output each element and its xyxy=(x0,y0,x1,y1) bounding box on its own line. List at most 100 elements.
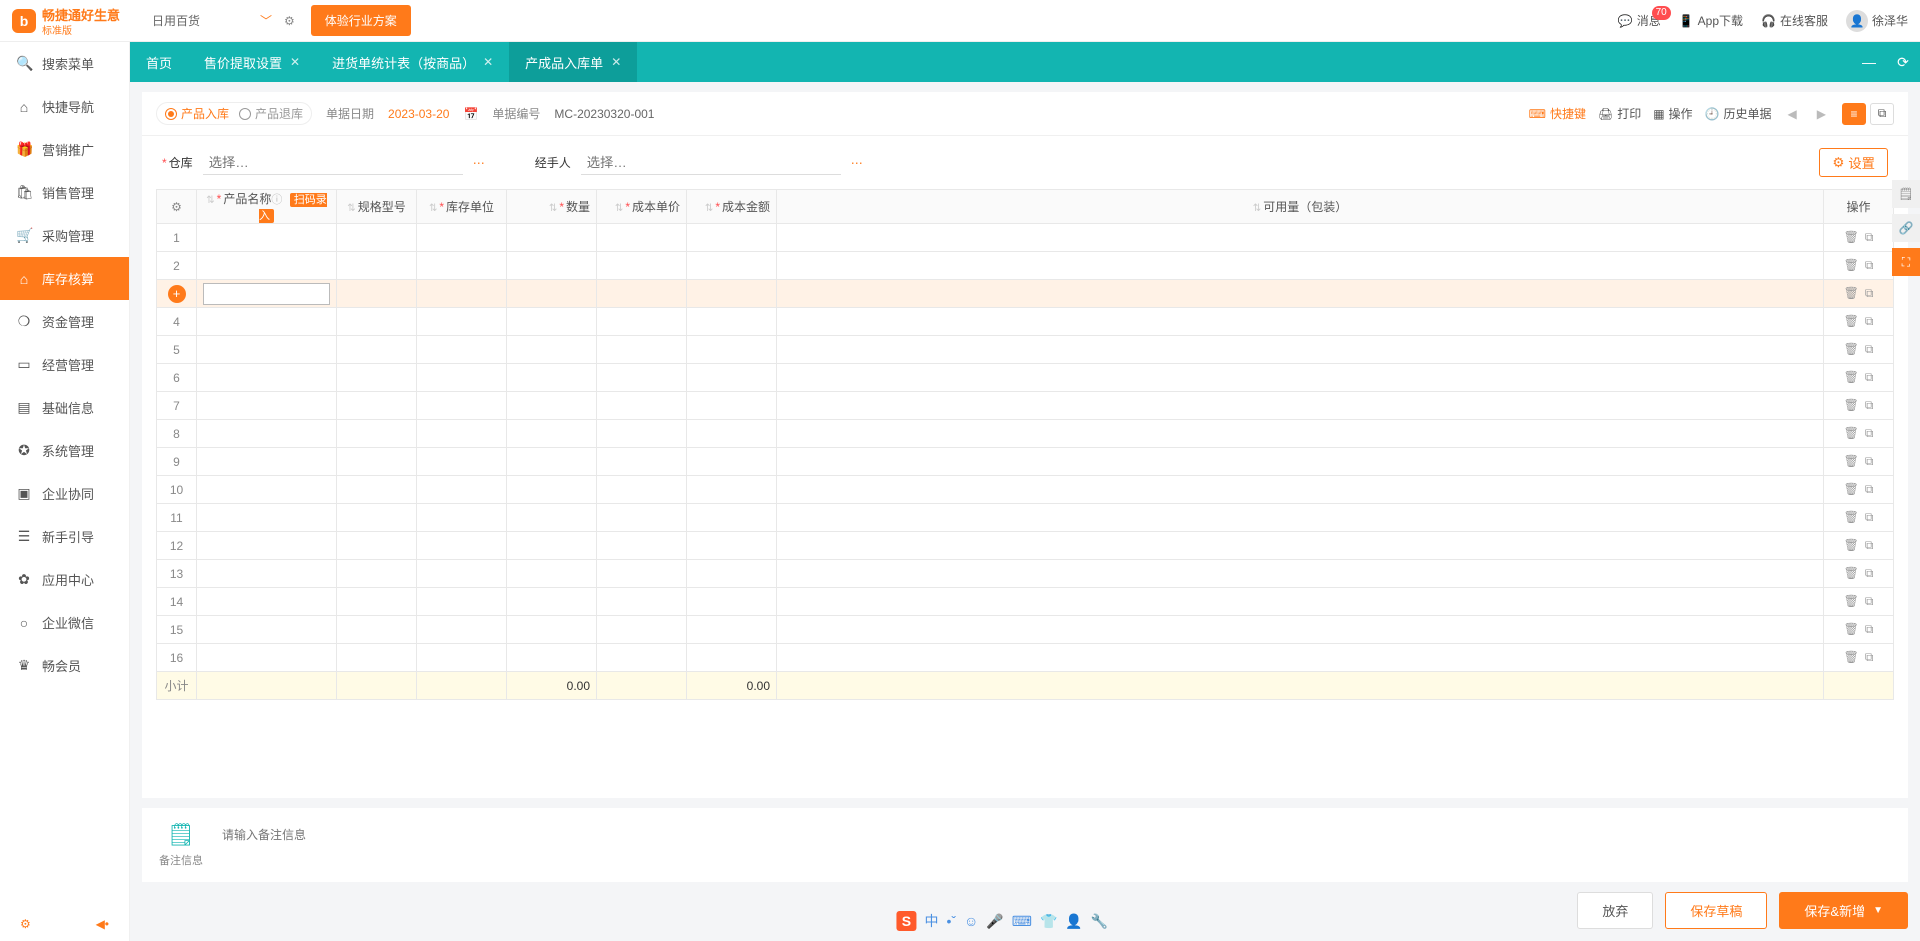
user-menu[interactable]: 👤 徐泽华 xyxy=(1846,10,1908,32)
table-row[interactable]: 10🗑⧉ xyxy=(157,476,1894,504)
qty-cell[interactable] xyxy=(507,336,597,364)
qty-cell[interactable] xyxy=(507,532,597,560)
ime-smile-icon[interactable]: ☺ xyxy=(964,913,978,929)
product-cell[interactable] xyxy=(197,560,337,588)
spec-cell[interactable] xyxy=(337,616,417,644)
unit-cell[interactable] xyxy=(417,336,507,364)
delete-row-icon[interactable]: 🗑 xyxy=(1844,594,1859,608)
col-spec[interactable]: ⇅规格型号 xyxy=(337,190,417,224)
unit-cell[interactable] xyxy=(417,560,507,588)
tab[interactable]: 首页 xyxy=(130,42,188,82)
col-available[interactable]: ⇅可用量（包装） xyxy=(777,190,1824,224)
col-product[interactable]: ⇅*产品名称ⓘ 扫码录入 xyxy=(197,190,337,224)
sidebar-item[interactable]: ❍资金管理 xyxy=(0,300,129,343)
product-cell[interactable] xyxy=(197,364,337,392)
ime-tool-icon[interactable]: 🔧 xyxy=(1091,913,1108,930)
ime-mic-icon[interactable]: 🎤 xyxy=(986,913,1003,930)
qty-cell[interactable] xyxy=(507,476,597,504)
delete-row-icon[interactable]: 🗑 xyxy=(1844,342,1859,356)
col-unit[interactable]: ⇅*库存单位 xyxy=(417,190,507,224)
delete-row-icon[interactable]: 🗑 xyxy=(1844,314,1859,328)
col-price[interactable]: ⇅*成本单价 xyxy=(597,190,687,224)
sidebar-item[interactable]: 🛍销售管理 xyxy=(0,171,129,214)
unit-cell[interactable] xyxy=(417,588,507,616)
product-cell[interactable] xyxy=(197,336,337,364)
radio-product-in[interactable]: 产品入库 xyxy=(165,105,229,122)
amount-cell[interactable] xyxy=(687,280,777,308)
sidebar-item[interactable]: ⌂库存核算 xyxy=(0,257,129,300)
amount-cell[interactable] xyxy=(687,224,777,252)
prev-doc-button[interactable]: ◀ xyxy=(1784,107,1801,121)
remark-input[interactable] xyxy=(222,822,1894,852)
price-cell[interactable] xyxy=(597,392,687,420)
product-cell[interactable] xyxy=(197,420,337,448)
product-cell[interactable] xyxy=(197,616,337,644)
price-cell[interactable] xyxy=(597,364,687,392)
delete-row-icon[interactable]: 🗑 xyxy=(1844,370,1859,384)
service-button[interactable]: 🎧 在线客服 xyxy=(1761,12,1828,29)
rail-link-button[interactable]: 🔗 xyxy=(1892,214,1920,242)
delete-row-icon[interactable]: 🗑 xyxy=(1844,398,1859,412)
price-cell[interactable] xyxy=(597,504,687,532)
qty-cell[interactable] xyxy=(507,308,597,336)
tab[interactable]: 产成品入库单✕ xyxy=(509,42,637,82)
delete-row-icon[interactable]: 🗑 xyxy=(1844,258,1859,272)
product-cell[interactable] xyxy=(197,644,337,672)
sidebar-item[interactable]: ⌂快捷导航 xyxy=(0,85,129,128)
qty-cell[interactable] xyxy=(507,644,597,672)
copy-row-icon[interactable]: ⧉ xyxy=(1865,286,1874,300)
qty-cell[interactable] xyxy=(507,448,597,476)
gear-icon[interactable]: ⚙ xyxy=(284,14,295,28)
settings-button[interactable]: ⚙设置 xyxy=(1819,148,1888,177)
qty-cell[interactable] xyxy=(507,588,597,616)
add-row-icon[interactable]: + xyxy=(168,285,186,303)
qty-cell[interactable] xyxy=(507,392,597,420)
copy-row-icon[interactable]: ⧉ xyxy=(1865,482,1874,496)
shortcut-button[interactable]: ⌨快捷键 xyxy=(1529,105,1586,122)
amount-cell[interactable] xyxy=(687,448,777,476)
price-cell[interactable] xyxy=(597,448,687,476)
sidebar-item[interactable]: ▣企业协同 xyxy=(0,472,129,515)
collapse-icon[interactable]: ◀• xyxy=(96,917,109,931)
unit-cell[interactable] xyxy=(417,448,507,476)
copy-row-icon[interactable]: ⧉ xyxy=(1865,370,1874,384)
handler-input[interactable] xyxy=(581,151,841,175)
qty-cell[interactable] xyxy=(507,280,597,308)
product-cell[interactable] xyxy=(197,532,337,560)
amount-cell[interactable] xyxy=(687,588,777,616)
settings-icon[interactable]: ⚙ xyxy=(20,917,31,931)
price-cell[interactable] xyxy=(597,532,687,560)
download-button[interactable]: 📱 App下载 xyxy=(1679,12,1743,29)
price-cell[interactable] xyxy=(597,476,687,504)
qty-cell[interactable] xyxy=(507,364,597,392)
product-cell[interactable] xyxy=(197,448,337,476)
sidebar-item[interactable]: 🛒采购管理 xyxy=(0,214,129,257)
qty-cell[interactable] xyxy=(507,560,597,588)
sidebar-item[interactable]: ♛畅会员 xyxy=(0,644,129,687)
copy-row-icon[interactable]: ⧉ xyxy=(1865,258,1874,272)
table-row[interactable]: 6🗑⧉ xyxy=(157,364,1894,392)
ime-icon[interactable]: •ˇ xyxy=(946,913,956,929)
discard-button[interactable]: 放弃 xyxy=(1577,892,1653,929)
spec-cell[interactable] xyxy=(337,448,417,476)
copy-row-icon[interactable]: ⧉ xyxy=(1865,622,1874,636)
price-cell[interactable] xyxy=(597,644,687,672)
spec-cell[interactable] xyxy=(337,504,417,532)
messages-button[interactable]: 💬 消息 70 xyxy=(1618,12,1661,29)
spec-cell[interactable] xyxy=(337,420,417,448)
calendar-icon[interactable]: 📅 xyxy=(463,107,478,121)
amount-cell[interactable] xyxy=(687,532,777,560)
view-detail-button[interactable]: ⧉ xyxy=(1870,103,1894,125)
spec-cell[interactable] xyxy=(337,364,417,392)
sidebar-item[interactable]: 🎁营销推广 xyxy=(0,128,129,171)
copy-row-icon[interactable]: ⧉ xyxy=(1865,510,1874,524)
ime-lang[interactable]: 中 xyxy=(924,911,938,931)
price-cell[interactable] xyxy=(597,336,687,364)
col-amount[interactable]: ⇅*成本金额 xyxy=(687,190,777,224)
table-row[interactable]: 12🗑⧉ xyxy=(157,532,1894,560)
unit-cell[interactable] xyxy=(417,504,507,532)
warehouse-more-icon[interactable]: ⋯ xyxy=(473,156,485,170)
table-row[interactable]: 14🗑⧉ xyxy=(157,588,1894,616)
warehouse-input[interactable] xyxy=(203,151,463,175)
copy-row-icon[interactable]: ⧉ xyxy=(1865,426,1874,440)
